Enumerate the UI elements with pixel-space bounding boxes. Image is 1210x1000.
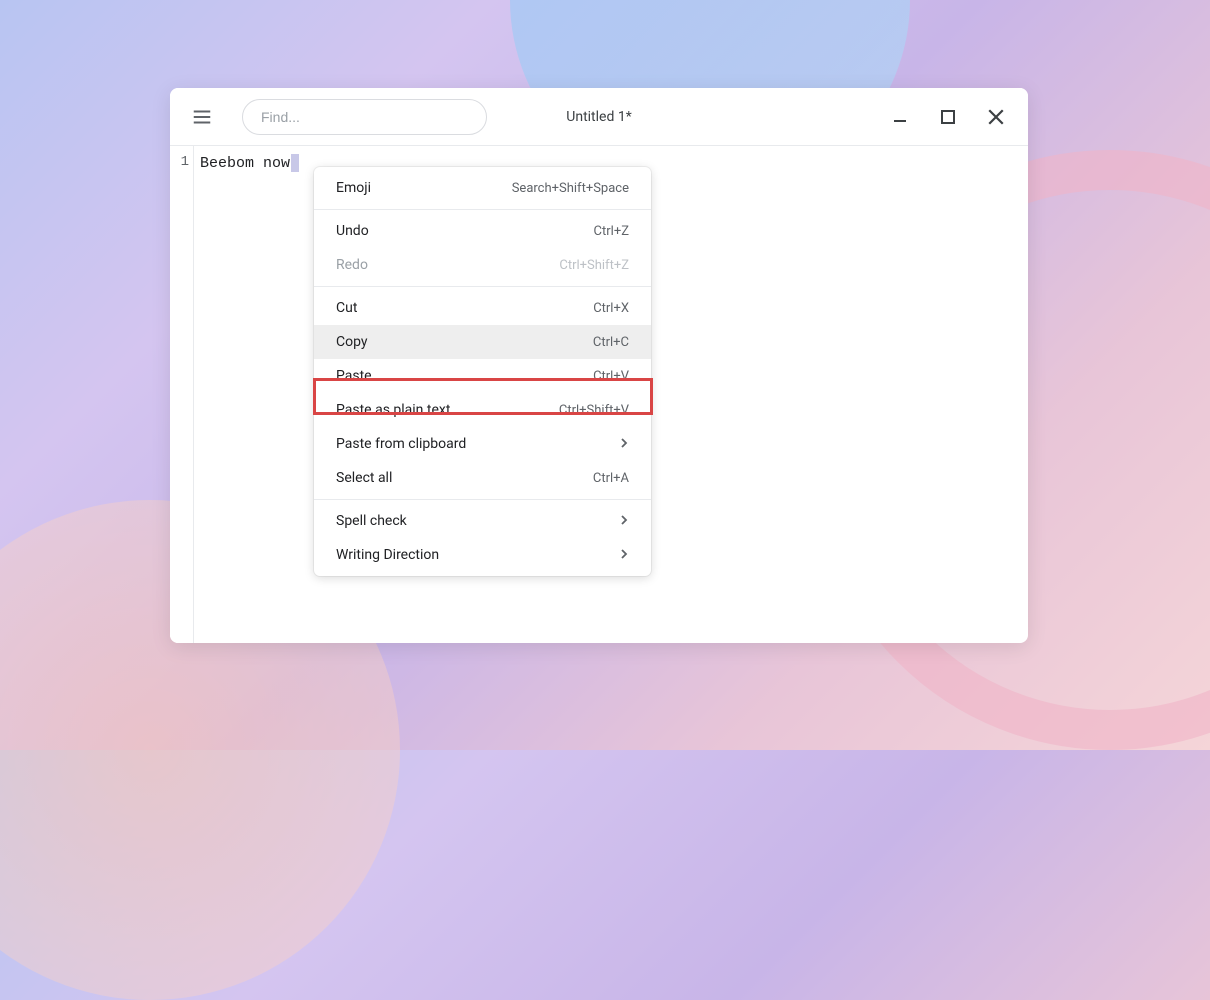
chevron-right-icon [619, 436, 629, 452]
line-gutter: 1 [170, 146, 194, 643]
menu-item-label: Paste from clipboard [336, 436, 466, 452]
menu-item-emoji[interactable]: Emoji Search+Shift+Space [314, 171, 651, 205]
menu-group: Cut Ctrl+X Copy Ctrl+C Paste Ctrl+V Paste as p… [314, 287, 651, 500]
editor-text: Beebom now [200, 155, 290, 172]
chevron-right-icon [619, 547, 629, 563]
chevron-right-icon [619, 513, 629, 529]
minimize-button[interactable] [888, 105, 912, 129]
context-menu: Emoji Search+Shift+Space Undo Ctrl+Z Redo Ctr… [314, 167, 651, 576]
menu-item-shortcut: Search+Shift+Space [512, 181, 629, 196]
menu-item-label: Cut [336, 300, 357, 316]
menu-item-label: Spell check [336, 513, 407, 529]
menu-item-label: Paste [336, 368, 372, 384]
window-title: Untitled 1* [566, 109, 631, 125]
menu-item-writing-direction[interactable]: Writing Direction [314, 538, 651, 572]
menu-item-label: Paste as plain text [336, 402, 450, 418]
menu-item-spell-check[interactable]: Spell check [314, 504, 651, 538]
menu-item-label: Copy [336, 334, 368, 350]
minimize-icon [892, 109, 908, 125]
menu-item-shortcut: Ctrl+A [593, 471, 629, 486]
hamburger-menu-button[interactable] [182, 97, 222, 137]
window-controls [888, 105, 1016, 129]
menu-item-label: Undo [336, 223, 369, 239]
close-icon [987, 108, 1005, 126]
menu-item-shortcut: Ctrl+Shift+V [559, 403, 629, 418]
menu-item-cut[interactable]: Cut Ctrl+X [314, 291, 651, 325]
menu-item-shortcut: Ctrl+X [593, 301, 629, 316]
menu-item-shortcut: Ctrl+C [593, 335, 629, 350]
menu-item-select-all[interactable]: Select all Ctrl+A [314, 461, 651, 495]
maximize-button[interactable] [936, 105, 960, 129]
menu-group: Spell check Writing Direction [314, 500, 651, 576]
menu-item-label: Writing Direction [336, 547, 439, 563]
menu-item-shortcut: Ctrl+Z [594, 224, 629, 239]
menu-item-label: Redo [336, 257, 368, 273]
menu-item-undo[interactable]: Undo Ctrl+Z [314, 214, 651, 248]
menu-item-paste[interactable]: Paste Ctrl+V [314, 359, 651, 393]
menu-item-copy[interactable]: Copy Ctrl+C [314, 325, 651, 359]
menu-group: Emoji Search+Shift+Space [314, 167, 651, 210]
menu-item-shortcut: Ctrl+V [593, 369, 629, 384]
text-cursor [291, 154, 299, 172]
menu-item-paste-as-plain-text[interactable]: Paste as plain text Ctrl+Shift+V [314, 393, 651, 427]
close-button[interactable] [984, 105, 1008, 129]
menu-item-label: Select all [336, 470, 392, 486]
menu-item-shortcut: Ctrl+Shift+Z [559, 258, 629, 273]
hamburger-icon [191, 106, 213, 128]
find-input[interactable] [242, 99, 487, 135]
line-number: 1 [170, 154, 189, 170]
menu-item-paste-from-clipboard[interactable]: Paste from clipboard [314, 427, 651, 461]
menu-item-label: Emoji [336, 180, 371, 196]
maximize-icon [940, 109, 956, 125]
menu-item-redo: Redo Ctrl+Shift+Z [314, 248, 651, 282]
window-titlebar: Untitled 1* [170, 88, 1028, 145]
menu-group: Undo Ctrl+Z Redo Ctrl+Shift+Z [314, 210, 651, 287]
